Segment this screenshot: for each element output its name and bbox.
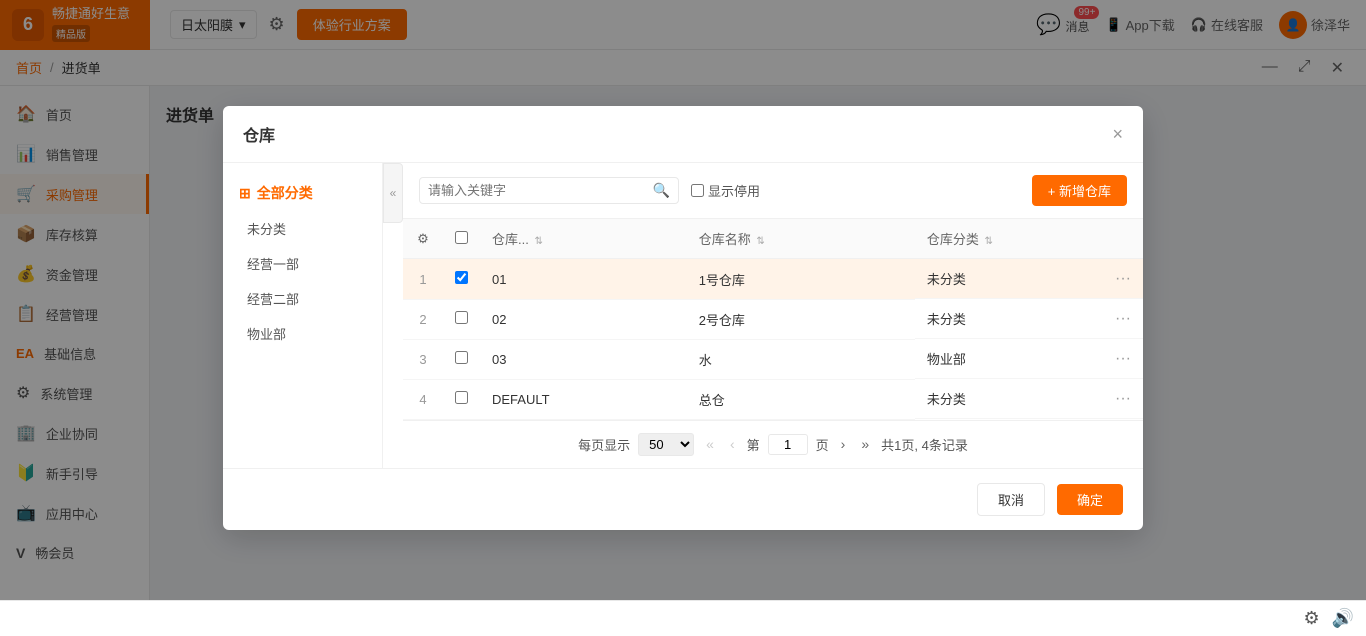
search-icon: 🔍 [653,182,670,199]
grid-icon: ⊞ [239,185,251,202]
row-code: 02 [480,299,687,339]
page-size-dropdown[interactable]: 50 100 [638,433,694,456]
first-page-btn[interactable]: « [702,434,718,454]
show-disabled-checkbox[interactable] [691,184,704,197]
row-num: 3 [403,339,443,379]
col-header-category: 仓库分类 ⇅ [915,219,1143,259]
table-header-row: ⚙ 仓库... ⇅ 仓库名称 ⇅ [403,219,1143,259]
settings-bottom-icon[interactable]: ⚙ [1303,608,1319,629]
select-all-checkbox[interactable] [455,231,468,244]
row-more-btn[interactable]: ··· [1115,390,1131,408]
row-more-btn[interactable]: ··· [1115,270,1131,288]
col-code-label: 仓库... [492,232,529,247]
sort-name-icon[interactable]: ⇅ [756,236,764,247]
col-header-code: 仓库... ⇅ [480,219,687,259]
table-row[interactable]: 3 03 水 物业部··· [403,339,1143,379]
row-code: 03 [480,339,687,379]
new-warehouse-btn[interactable]: + 新增仓库 [1032,175,1127,206]
bottom-bar: ⚙ 🔊 [0,600,1366,636]
table-row[interactable]: 4 DEFAULT 总仓 未分类··· [403,379,1143,419]
cancel-btn[interactable]: 取消 [977,483,1045,516]
next-page-btn[interactable]: › [837,434,850,454]
category-item-property[interactable]: 物业部 [223,316,382,351]
col-header-settings[interactable]: ⚙ [403,219,443,259]
row-category: 未分类··· [915,259,1143,299]
modal-title: 仓库 [243,122,275,146]
go-to-label: 第 [747,435,760,454]
right-panel: 🔍 显示停用 + 新增仓库 ⚙ [403,163,1143,468]
row-category: 未分类··· [915,299,1143,339]
page-input[interactable] [768,434,808,455]
modal-header: 仓库 × [223,106,1143,163]
total-info: 共1页, 4条记录 [881,435,968,454]
row-more-btn[interactable]: ··· [1115,350,1131,368]
category-item-ops2[interactable]: 经营二部 [223,281,382,316]
left-panel: ⊞ 全部分类 未分类 经营一部 经营二部 物业部 [223,163,383,468]
col-category-label: 仓库分类 [927,232,979,247]
row-category: 物业部··· [915,339,1143,379]
warehouse-modal: 仓库 × ⊞ 全部分类 未分类 经营一部 经营二部 物业部 « [223,106,1143,530]
all-categories-label: 全部分类 [257,183,313,203]
table-row[interactable]: 1 01 1号仓库 未分类··· [403,259,1143,300]
page-label: 页 [816,435,829,454]
volume-icon[interactable]: 🔊 [1332,608,1354,629]
per-page-label: 每页显示 [578,435,630,454]
last-page-btn[interactable]: » [857,434,873,454]
row-more-btn[interactable]: ··· [1115,310,1131,328]
all-categories-btn[interactable]: ⊞ 全部分类 [223,175,382,211]
sort-category-icon[interactable]: ⇅ [984,236,992,247]
modal-close-btn[interactable]: × [1112,124,1123,145]
col-name-label: 仓库名称 [699,232,751,247]
col-header-name: 仓库名称 ⇅ [687,219,915,259]
pagination: 每页显示 50 100 « ‹ 第 页 › » 共1页, 4条记录 [403,420,1143,468]
col-header-checkbox[interactable] [443,219,480,259]
row-checkbox[interactable] [443,339,480,379]
page-size-select[interactable]: 50 100 [638,433,694,456]
right-panel-toolbar: 🔍 显示停用 + 新增仓库 [403,163,1143,219]
row-checkbox[interactable] [443,379,480,419]
show-disabled-label[interactable]: 显示停用 [691,181,760,200]
modal-body: ⊞ 全部分类 未分类 经营一部 经营二部 物业部 « 🔍 [223,163,1143,468]
row-name: 总仓 [687,379,915,419]
row-num: 2 [403,299,443,339]
row-checkbox[interactable] [443,259,480,300]
row-code: DEFAULT [480,379,687,419]
modal-footer: 取消 确定 [223,468,1143,530]
warehouse-table-container: ⚙ 仓库... ⇅ 仓库名称 ⇅ [403,219,1143,420]
row-name: 2号仓库 [687,299,915,339]
category-item-unclassified[interactable]: 未分类 [223,211,382,246]
row-name: 水 [687,339,915,379]
sort-code-icon[interactable]: ⇅ [534,236,542,247]
confirm-btn[interactable]: 确定 [1057,484,1123,515]
row-code: 01 [480,259,687,300]
table-row[interactable]: 2 02 2号仓库 未分类··· [403,299,1143,339]
warehouse-table: ⚙ 仓库... ⇅ 仓库名称 ⇅ [403,219,1143,420]
prev-page-btn[interactable]: ‹ [726,434,739,454]
row-name: 1号仓库 [687,259,915,300]
row-category: 未分类··· [915,379,1143,419]
table-body: 1 01 1号仓库 未分类··· 2 02 2号仓库 未分类··· 3 03 水… [403,259,1143,420]
modal-overlay: 仓库 × ⊞ 全部分类 未分类 经营一部 经营二部 物业部 « [0,0,1366,636]
search-input[interactable] [428,183,653,198]
row-num: 1 [403,259,443,300]
row-checkbox[interactable] [443,299,480,339]
search-box: 🔍 [419,177,679,204]
show-disabled-text: 显示停用 [708,181,760,200]
category-item-ops1[interactable]: 经营一部 [223,246,382,281]
row-num: 4 [403,379,443,419]
collapse-panel-btn[interactable]: « [383,163,403,223]
